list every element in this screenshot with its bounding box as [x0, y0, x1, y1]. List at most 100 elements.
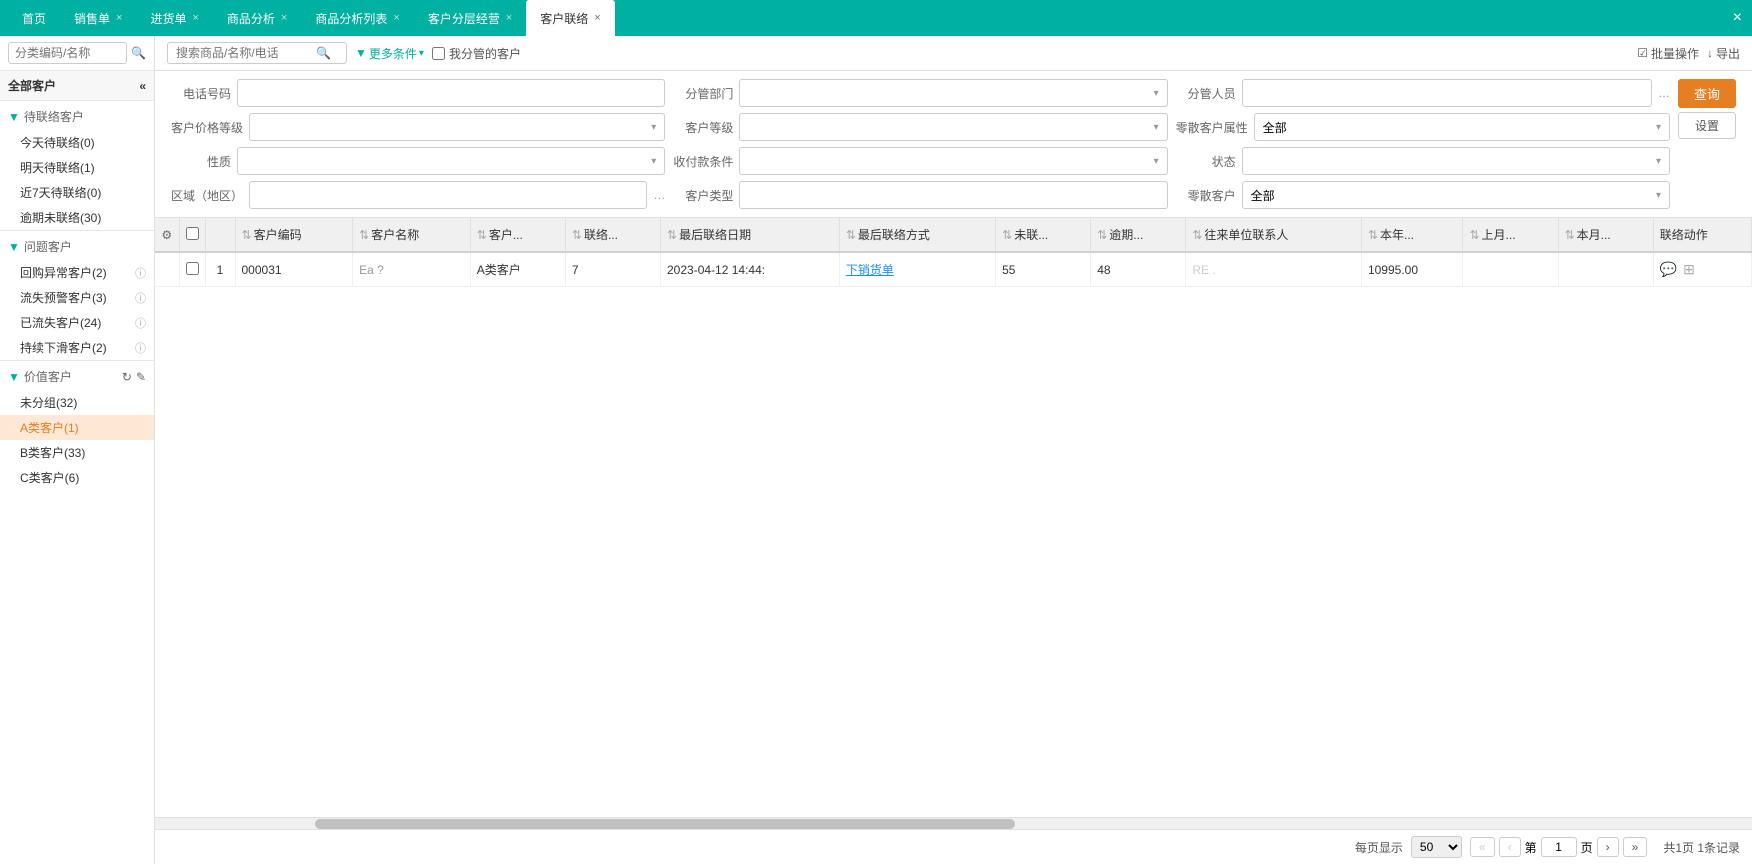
th-last-date[interactable]: ⇅最后联络日期: [661, 218, 840, 252]
refresh-icon[interactable]: ↻: [122, 370, 132, 384]
nav-product-analysis-list[interactable]: 商品分析列表 ×: [301, 0, 413, 36]
nav-product-analysis[interactable]: 商品分析 ×: [213, 0, 301, 36]
sidebar-item-c-class[interactable]: C类客户(6): [0, 465, 154, 490]
value-customers-label[interactable]: ▼ 价值客户 ↻ ✎: [0, 363, 154, 390]
edit-value-icon[interactable]: ✎: [136, 370, 146, 384]
sidebar-item-unclassified[interactable]: 未分组(32): [0, 390, 154, 415]
filter-more-button[interactable]: ▼ 更多条件 ▾: [355, 45, 424, 62]
problem-customers-label[interactable]: ▼ 问题客户: [0, 233, 154, 260]
th-unit-contact[interactable]: ⇅往来单位联系人: [1186, 218, 1362, 252]
td-type: A类客户: [470, 252, 565, 287]
sidebar-item-tomorrow[interactable]: 明天待联络(1): [0, 155, 154, 180]
nav-sales[interactable]: 销售单 ×: [60, 0, 136, 36]
nature-select[interactable]: ▾: [237, 147, 665, 175]
scattered-attr-chevron-icon: ▾: [1656, 122, 1661, 133]
th-last-method[interactable]: ⇅最后联络方式: [839, 218, 995, 252]
manager-input[interactable]: [1242, 79, 1652, 107]
td-contact: 7: [565, 252, 660, 287]
th-contact[interactable]: ⇅联络...: [565, 218, 660, 252]
nav-home[interactable]: 首页: [8, 0, 60, 36]
last-method-link[interactable]: 下销货单: [846, 263, 894, 277]
filter-search-icon[interactable]: 🔍: [316, 46, 331, 60]
first-page-button[interactable]: «: [1470, 837, 1495, 857]
th-this-month[interactable]: ⇅本月...: [1558, 218, 1653, 252]
sidebar-item-near7[interactable]: 近7天待联络(0): [0, 180, 154, 205]
close-sales-icon[interactable]: ×: [116, 12, 122, 24]
manager-dots-icon[interactable]: …: [1658, 86, 1670, 100]
grid-icon[interactable]: ⊞: [1683, 261, 1695, 278]
td-overdue: 48: [1091, 252, 1186, 287]
next-page-button[interactable]: ›: [1597, 837, 1619, 857]
filter-cell-status: 状态 ▾: [1176, 147, 1670, 175]
filter-cell-customer-level: 客户等级 ▾: [673, 113, 1167, 141]
export-icon: ↓: [1707, 46, 1713, 60]
dept-select[interactable]: ▾: [739, 79, 1167, 107]
sidebar-all-customers-header[interactable]: 全部客户 «: [0, 71, 154, 100]
customer-type-input[interactable]: [739, 181, 1167, 209]
batch-op-button[interactable]: ☑ 批量操作: [1637, 45, 1699, 62]
gear-icon[interactable]: ⚙: [161, 228, 172, 242]
nav-customer-contact[interactable]: 客户联络 ×: [526, 0, 614, 36]
sidebar-search-input[interactable]: [8, 42, 127, 64]
td-no-contact: 55: [996, 252, 1091, 287]
close-product-analysis-icon[interactable]: ×: [281, 12, 287, 24]
page-size-select[interactable]: 50 100 200: [1411, 836, 1462, 858]
close-purchase-icon[interactable]: ×: [192, 12, 198, 24]
th-code[interactable]: ⇅客户编码: [235, 218, 353, 252]
close-all-icon[interactable]: ×: [1733, 9, 1742, 27]
filter-row-3: 性质 ▾ 收付款条件 ▾: [171, 147, 1670, 175]
th-current-year[interactable]: ⇅本年...: [1361, 218, 1463, 252]
phone-input[interactable]: [237, 79, 665, 107]
region-input[interactable]: [249, 181, 647, 209]
settings-button[interactable]: 设置: [1678, 112, 1736, 139]
comment-icon[interactable]: 💬: [1660, 261, 1677, 278]
query-button[interactable]: 查询: [1678, 79, 1736, 108]
scrollbar-thumb[interactable]: [315, 819, 1015, 829]
row-checkbox[interactable]: [186, 262, 199, 275]
status-select[interactable]: ▾: [1242, 147, 1670, 175]
last-page-button[interactable]: »: [1623, 837, 1648, 857]
close-product-analysis-list-icon[interactable]: ×: [393, 12, 399, 24]
prev-page-button[interactable]: ‹: [1499, 837, 1521, 857]
sidebar-item-a-class[interactable]: A类客户(1): [0, 415, 154, 440]
th-overdue[interactable]: ⇅逾期...: [1091, 218, 1186, 252]
sidebar-item-b-class[interactable]: B类客户(33): [0, 440, 154, 465]
select-all-checkbox[interactable]: [186, 227, 199, 240]
price-level-select[interactable]: ▾: [249, 113, 665, 141]
th-no-contact[interactable]: ⇅未联...: [996, 218, 1091, 252]
td-gear: [155, 252, 179, 287]
sidebar-item-lost[interactable]: 已流失客户(24) ⓘ: [0, 310, 154, 335]
my-customers-checkbox[interactable]: [432, 47, 445, 60]
horizontal-scrollbar[interactable]: [155, 817, 1752, 829]
th-action: 联络动作: [1653, 218, 1751, 252]
filter-row-1: 电话号码 分管部门 ▾ 分管人员: [171, 79, 1670, 107]
filter-icon: ▼: [355, 46, 367, 60]
sidebar-item-repurchase-abnormal[interactable]: 回购异常客户(2) ⓘ: [0, 260, 154, 285]
region-dots-icon[interactable]: …: [653, 188, 665, 202]
sidebar-item-continuous-decline[interactable]: 持续下滑客户(2) ⓘ: [0, 335, 154, 360]
sidebar-item-lost-risk[interactable]: 流失预警客户(3) ⓘ: [0, 285, 154, 310]
customer-level-select[interactable]: ▾: [739, 113, 1167, 141]
filter-search-input[interactable]: [176, 46, 316, 60]
payment-select[interactable]: ▾: [739, 147, 1167, 175]
filter-cell-dept: 分管部门 ▾: [673, 79, 1167, 107]
nav-customer-segment[interactable]: 客户分层经营 ×: [414, 0, 526, 36]
th-type[interactable]: ⇅客户...: [470, 218, 565, 252]
close-customer-segment-icon[interactable]: ×: [506, 12, 512, 24]
sidebar-search-icon[interactable]: 🔍: [131, 46, 146, 60]
collapse-icon[interactable]: «: [139, 79, 146, 93]
nav-purchase[interactable]: 进货单 ×: [136, 0, 212, 36]
close-customer-contact-icon[interactable]: ×: [594, 12, 600, 24]
export-button[interactable]: ↓ 导出: [1707, 45, 1740, 62]
th-name[interactable]: ⇅客户名称: [353, 218, 471, 252]
sidebar-item-today[interactable]: 今天待联络(0): [0, 130, 154, 155]
th-last-month[interactable]: ⇅上月...: [1463, 218, 1558, 252]
scattered-attr-select[interactable]: 全部 ▾: [1254, 113, 1670, 141]
value-customers-section: ▼ 价值客户 ↻ ✎ 未分组(32) A类客户(1) B类客户(33) C类客户…: [0, 360, 154, 490]
my-customers-filter[interactable]: 我分管的客户: [432, 45, 521, 62]
sidebar-item-overdue[interactable]: 逾期未联络(30): [0, 205, 154, 230]
page-input[interactable]: [1541, 837, 1577, 857]
pending-contact-label[interactable]: ▼ 待联络客户: [0, 103, 154, 130]
table-wrapper: ⚙ ⇅客户编码 ⇅客户名称 ⇅客户... ⇅联络... ⇅最后联络日期 ⇅最后联…: [155, 218, 1752, 817]
scattered-select[interactable]: 全部 ▾: [1242, 181, 1670, 209]
